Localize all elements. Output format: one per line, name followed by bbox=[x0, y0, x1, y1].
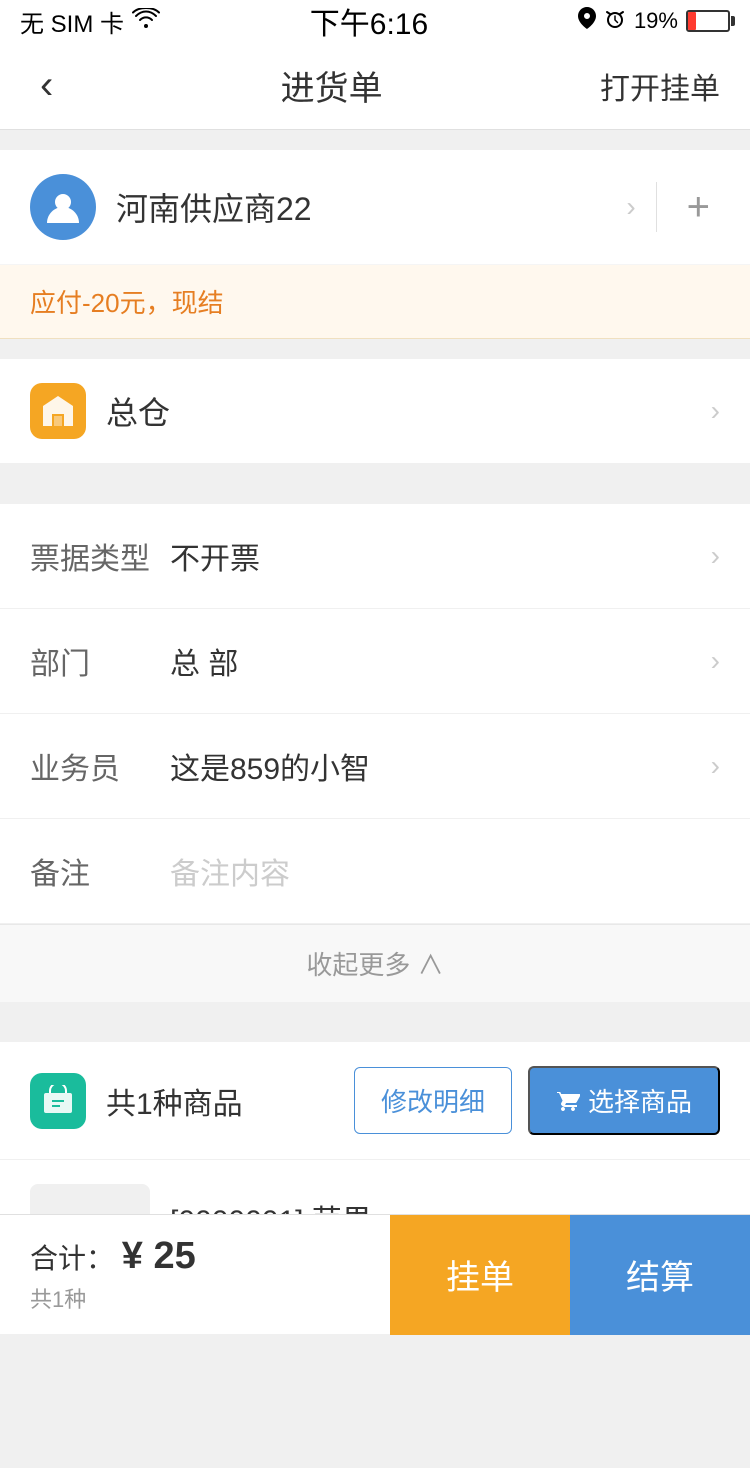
select-product-label: 选择商品 bbox=[588, 1082, 692, 1119]
total-row: 合计： ¥ 25 bbox=[30, 1235, 360, 1278]
salesperson-row[interactable]: 业务员 这是859的小智 › bbox=[0, 714, 750, 819]
warehouse-chevron-icon: › bbox=[711, 395, 720, 427]
location-icon bbox=[578, 7, 596, 35]
status-right: 19% bbox=[578, 7, 730, 35]
supplier-row[interactable]: 河南供应商22 › + bbox=[0, 150, 750, 265]
select-product-button[interactable]: 选择商品 bbox=[528, 1066, 720, 1135]
status-time: 下午6:16 bbox=[310, 0, 428, 43]
nav-bar: ‹ 进货单 打开挂单 bbox=[0, 42, 750, 130]
wifi-icon bbox=[132, 7, 160, 35]
product-header: 共1种商品 修改明细 选择商品 bbox=[0, 1042, 750, 1160]
remark-row[interactable]: 备注 备注内容 bbox=[0, 819, 750, 924]
item-count: 共1种 bbox=[30, 1282, 360, 1314]
total-label: 合计： bbox=[30, 1243, 114, 1274]
divider-2 bbox=[0, 339, 750, 359]
supplier-chevron-icon: › bbox=[626, 191, 635, 223]
invoice-type-label: 票据类型 bbox=[30, 534, 170, 578]
supplier-name: 河南供应商22 bbox=[116, 184, 626, 230]
divider-4 bbox=[0, 1002, 750, 1022]
invoice-type-value: 不开票 bbox=[170, 534, 711, 578]
invoice-type-chevron: › bbox=[711, 540, 720, 572]
alarm-icon bbox=[604, 7, 626, 35]
status-bar: 无 SIM 卡 下午6:16 19% bbox=[0, 0, 750, 42]
invoice-type-row[interactable]: 票据类型 不开票 › bbox=[0, 504, 750, 609]
back-button[interactable]: ‹ bbox=[30, 53, 63, 118]
status-left: 无 SIM 卡 bbox=[20, 4, 160, 39]
warehouse-label: 总仓 bbox=[106, 388, 711, 434]
salesperson-chevron: › bbox=[711, 750, 720, 782]
divider-top bbox=[0, 130, 750, 150]
collapse-button[interactable]: 收起更多 ∧ bbox=[0, 924, 750, 1002]
add-button[interactable]: + bbox=[677, 175, 720, 240]
supplier-avatar bbox=[30, 174, 96, 240]
notice-text: 应付-20元，现结 bbox=[30, 288, 224, 318]
total-amount: ¥ 25 bbox=[122, 1235, 196, 1277]
bottom-bar: 合计： ¥ 25 共1种 挂单 结算 bbox=[0, 1214, 750, 1334]
form-section: 票据类型 不开票 › 部门 总 部 › 业务员 这是859的小智 › 备注 备注… bbox=[0, 504, 750, 1002]
battery-percent: 19% bbox=[634, 8, 678, 34]
salesperson-label: 业务员 bbox=[30, 744, 170, 788]
divider-3 bbox=[0, 464, 750, 484]
bottom-spacer bbox=[0, 1328, 750, 1468]
salesperson-value: 这是859的小智 bbox=[170, 744, 711, 788]
open-hang-button[interactable]: 打开挂单 bbox=[600, 64, 720, 108]
department-value: 总 部 bbox=[170, 639, 711, 683]
remark-placeholder: 备注内容 bbox=[170, 849, 720, 893]
hang-button[interactable]: 挂单 bbox=[390, 1215, 570, 1335]
cart-icon bbox=[556, 1089, 580, 1113]
department-label: 部门 bbox=[30, 639, 170, 683]
remark-label: 备注 bbox=[30, 849, 170, 893]
department-row[interactable]: 部门 总 部 › bbox=[0, 609, 750, 714]
notice-bar: 应付-20元，现结 bbox=[0, 265, 750, 339]
warehouse-row[interactable]: 总仓 › bbox=[0, 359, 750, 464]
battery-icon bbox=[686, 10, 730, 32]
total-info: 合计： ¥ 25 共1种 bbox=[0, 1235, 390, 1314]
product-count-label: 共1种商品 bbox=[106, 1079, 354, 1123]
supplier-section: 河南供应商22 › + 应付-20元，现结 bbox=[0, 150, 750, 339]
vertical-divider bbox=[656, 182, 657, 232]
edit-detail-button[interactable]: 修改明细 bbox=[354, 1067, 512, 1134]
product-section-icon bbox=[30, 1073, 86, 1129]
checkout-button[interactable]: 结算 bbox=[570, 1215, 750, 1335]
department-chevron: › bbox=[711, 645, 720, 677]
carrier-label: 无 SIM 卡 bbox=[20, 4, 124, 39]
warehouse-icon bbox=[30, 383, 86, 439]
page-title: 进货单 bbox=[63, 61, 600, 110]
